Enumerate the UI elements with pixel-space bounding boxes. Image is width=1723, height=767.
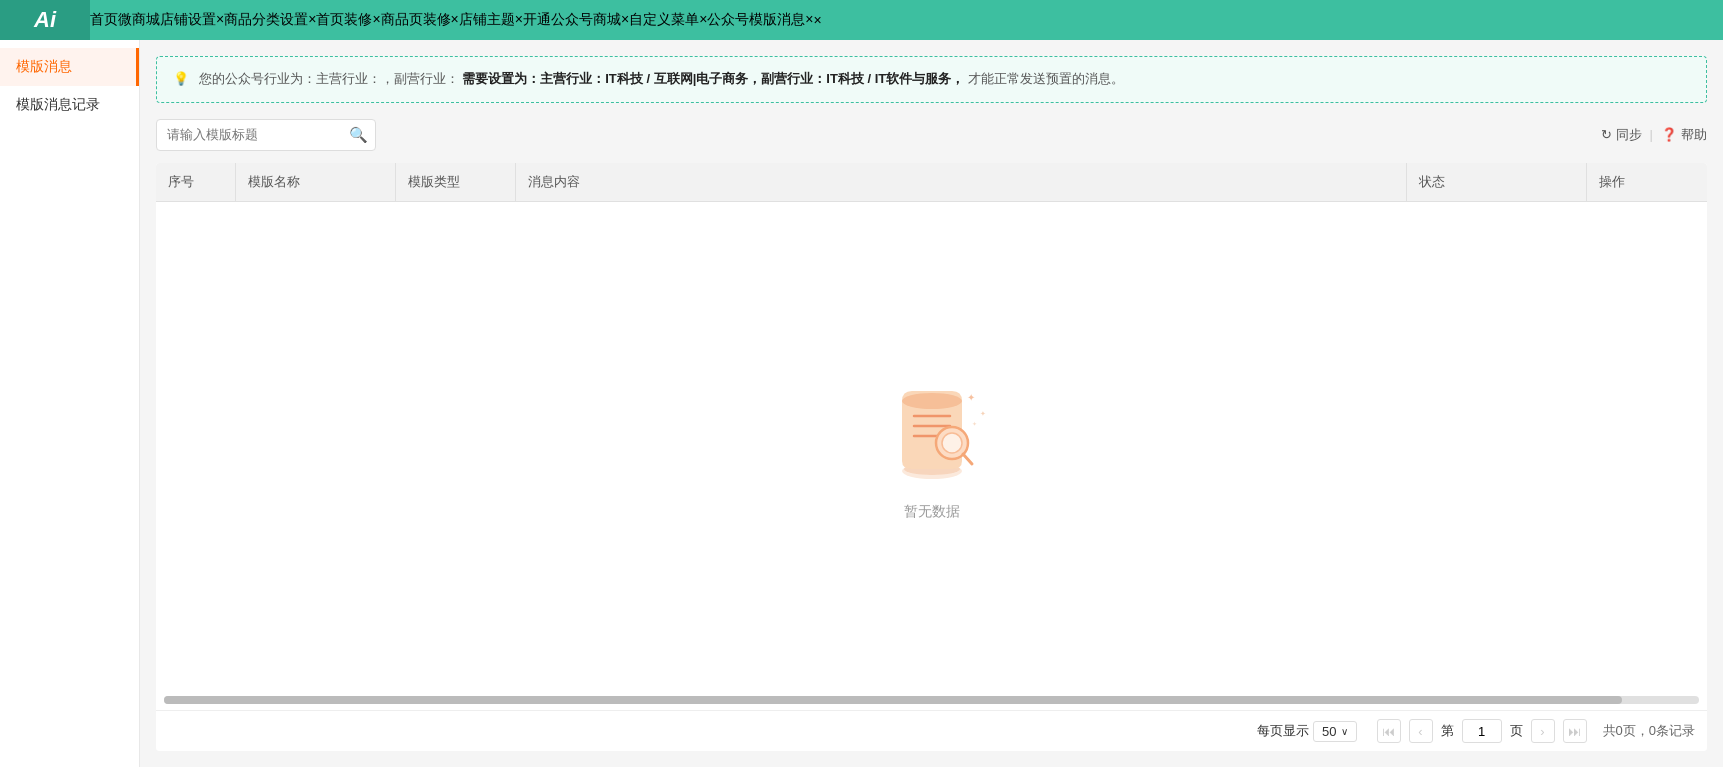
help-button[interactable]: ❓ 帮助 — [1661, 126, 1707, 144]
help-icon: ❓ — [1661, 127, 1677, 142]
tab-label-home-decoration: 首页装修 — [316, 11, 372, 27]
svg-point-7 — [942, 433, 962, 453]
prev-page-button[interactable]: ‹ — [1409, 719, 1433, 743]
next-page-button[interactable]: › — [1531, 719, 1555, 743]
tab-label-category-settings: 商品分类设置 — [224, 11, 308, 27]
tab-close-custom-menu[interactable]: × — [699, 11, 707, 27]
pagination-bar: 每页显示 50 ∨ ⏮ ‹ 第 页 › ⏭ 共0页，0条记录 — [156, 710, 1707, 751]
page-suffix: 页 — [1510, 722, 1523, 740]
search-bar: 🔍 ↻ 同步 | ❓ 帮助 — [156, 119, 1707, 151]
tab-close-shop-settings[interactable]: × — [216, 11, 224, 27]
tab-open-mall[interactable]: 开通公众号商城× — [523, 11, 629, 29]
empty-text: 暂无数据 — [904, 503, 960, 521]
tab-category-settings[interactable]: 商品分类设置× — [224, 11, 316, 29]
page-size-selector: 每页显示 50 ∨ — [1257, 721, 1356, 742]
table-body: ✦ ✦ ✦ 暂无数据 — [156, 202, 1707, 690]
table-header: 序号模版名称模版类型消息内容状态操作 — [156, 163, 1707, 202]
tab-product-decoration[interactable]: 商品页装修× — [381, 11, 459, 29]
search-input-wrap: 🔍 — [156, 119, 376, 151]
tab-template-msg[interactable]: 公众号模版消息× — [707, 11, 813, 29]
tab-home-decoration[interactable]: 首页装修× — [316, 11, 380, 29]
top-nav-wrapper: Ai 首页微商城店铺设置×商品分类设置×首页装修×商品页装修×店铺主题×开通公众… — [0, 0, 1723, 40]
content-area: 💡 您的公众号行业为：主营行业：，副营行业： 需要设置为：主营行业：IT科技 /… — [140, 40, 1723, 767]
col-header-content: 消息内容 — [516, 163, 1407, 201]
tab-label-home: 首页 — [90, 11, 118, 27]
table-wrap: 序号模版名称模版类型消息内容状态操作 — [156, 163, 1707, 751]
tab-label-custom-menu: 自定义菜单 — [629, 11, 699, 27]
tab-store-theme[interactable]: 店铺主题× — [459, 11, 523, 29]
notice-prefix: 您的公众号行业为：主营行业：，副营行业： — [199, 71, 459, 86]
logo: Ai — [0, 0, 90, 40]
tab-close-home-decoration[interactable]: × — [372, 11, 380, 27]
sidebar-item-template-msg-log[interactable]: 模版消息记录 — [0, 86, 139, 124]
chevron-down-icon: ∨ — [1341, 726, 1348, 737]
tab-close-category-settings[interactable]: × — [308, 11, 316, 27]
sync-button[interactable]: ↻ 同步 — [1601, 126, 1642, 144]
last-page-button[interactable]: ⏭ — [1563, 719, 1587, 743]
tab-shop-settings[interactable]: 微商城店铺设置× — [118, 11, 224, 29]
col-header-status: 状态 — [1407, 163, 1587, 201]
col-header-type: 模版类型 — [396, 163, 516, 201]
search-input[interactable] — [156, 119, 376, 151]
page-size-dropdown[interactable]: 50 ∨ — [1313, 721, 1356, 742]
first-page-button[interactable]: ⏮ — [1377, 719, 1401, 743]
tab-custom-menu[interactable]: 自定义菜单× — [629, 11, 707, 29]
search-icon[interactable]: 🔍 — [349, 126, 368, 144]
tab-label-product-decoration: 商品页装修 — [381, 11, 451, 27]
svg-text:✦: ✦ — [972, 421, 977, 427]
page-size-value: 50 — [1322, 724, 1336, 739]
notice-icon: 💡 — [173, 71, 189, 86]
svg-text:✦: ✦ — [967, 392, 975, 403]
sync-help-area: ↻ 同步 | ❓ 帮助 — [1601, 126, 1707, 144]
col-header-action: 操作 — [1587, 163, 1707, 201]
svg-text:✦: ✦ — [980, 410, 986, 417]
sync-icon: ↻ — [1601, 127, 1612, 142]
toolbar-divider: | — [1650, 127, 1653, 142]
empty-illustration: ✦ ✦ ✦ — [872, 371, 992, 491]
sidebar-item-template-msg[interactable]: 模版消息 — [0, 48, 139, 86]
col-header-index: 序号 — [156, 163, 236, 201]
tab-home[interactable]: 首页 — [90, 11, 118, 29]
main-layout: 模版消息模版消息记录 💡 您的公众号行业为：主营行业：，副营行业： 需要设置为：… — [0, 40, 1723, 767]
tab-label-open-mall: 开通公众号商城 — [523, 11, 621, 27]
tab-close-store-theme[interactable]: × — [515, 11, 523, 27]
tabs-container: 首页微商城店铺设置×商品分类设置×首页装修×商品页装修×店铺主题×开通公众号商城… — [0, 0, 1723, 40]
tab-label-store-theme: 店铺主题 — [459, 11, 515, 27]
logo-text: Ai — [34, 7, 56, 33]
notice-highlight: 需要设置为：主营行业：IT科技 / 互联网|电子商务，副营行业：IT科技 / I… — [462, 71, 964, 86]
svg-point-2 — [902, 393, 962, 409]
tab-close-product-decoration[interactable]: × — [451, 11, 459, 27]
tab-close-open-mall[interactable]: × — [621, 11, 629, 27]
page-number-input[interactable] — [1462, 719, 1502, 743]
page-label: 第 — [1441, 722, 1454, 740]
sidebar: 模版消息模版消息记录 — [0, 40, 140, 767]
tab-label-shop-settings: 微商城店铺设置 — [118, 11, 216, 27]
notice-box: 💡 您的公众号行业为：主营行业：，副营行业： 需要设置为：主营行业：IT科技 /… — [156, 56, 1707, 103]
tab-label-template-msg: 公众号模版消息 — [707, 11, 805, 27]
notice-suffix: 才能正常发送预置的消息。 — [968, 71, 1124, 86]
svg-line-8 — [963, 454, 972, 464]
tab-close-template-msg[interactable]: × — [805, 11, 813, 27]
page-total: 共0页，0条记录 — [1603, 722, 1695, 740]
global-close-button[interactable]: × — [814, 12, 822, 28]
page-size-label: 每页显示 — [1257, 722, 1309, 740]
col-header-name: 模版名称 — [236, 163, 396, 201]
horizontal-scrollbar[interactable] — [156, 690, 1707, 710]
empty-state: ✦ ✦ ✦ 暂无数据 — [872, 331, 992, 561]
